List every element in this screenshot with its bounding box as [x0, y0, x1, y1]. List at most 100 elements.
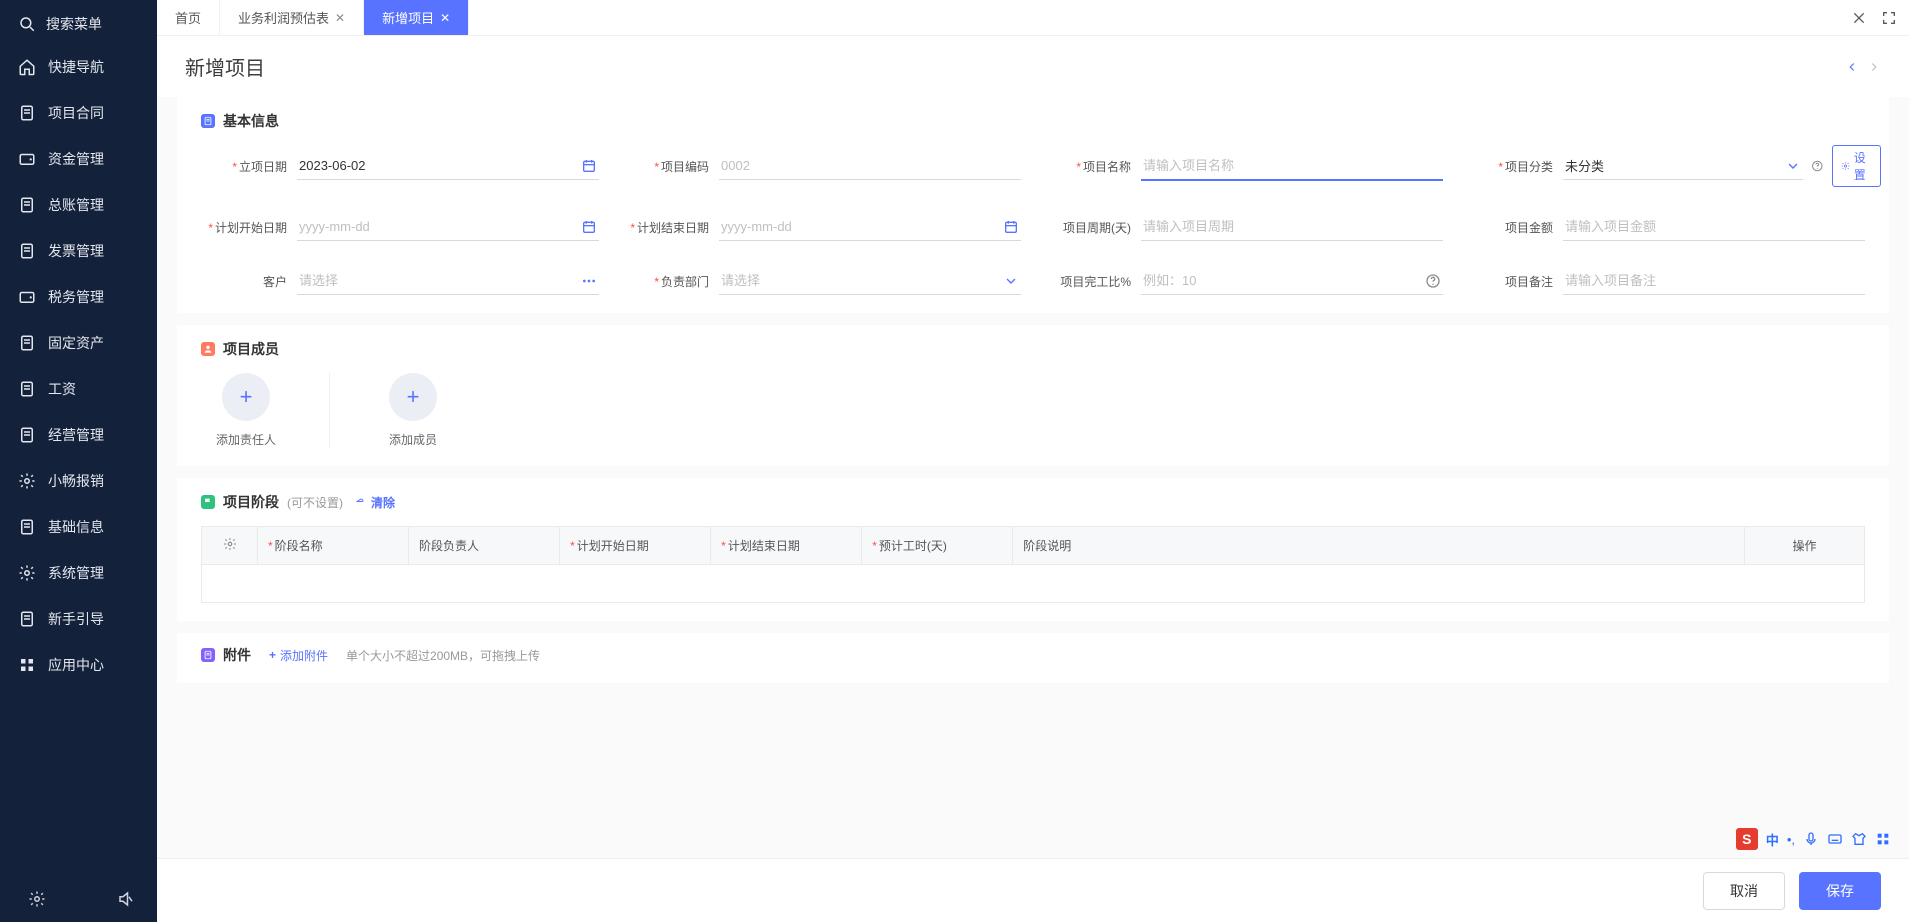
phases-clear-button[interactable]: 清除 — [355, 494, 395, 511]
close-icon[interactable]: ✕ — [335, 11, 345, 25]
main: 首页业务利润预估表✕新增项目✕ 新增项目 基 — [157, 0, 1909, 922]
sidebar-item-label: 应用中心 — [48, 655, 104, 675]
field-class: *项目分类 设置 — [1467, 145, 1865, 187]
sidebar-item-nav-expense[interactable]: 小畅报销 — [0, 458, 157, 504]
field-period: 项目周期(天) — [1045, 213, 1443, 241]
table-row-empty[interactable] — [202, 565, 1865, 603]
menu-icon — [18, 380, 36, 398]
tab-tab-new[interactable]: 新增项目 ✕ — [364, 0, 469, 35]
fullscreen-icon[interactable] — [1881, 10, 1897, 26]
field-plan-end: *计划结束日期 — [623, 213, 1021, 241]
ime-lang[interactable]: 中 — [1766, 830, 1779, 849]
add-owner-label: 添加责任人 — [216, 431, 276, 448]
sidebar-item-nav-basic[interactable]: 基础信息 — [0, 504, 157, 550]
class-settings-button[interactable]: 设置 — [1832, 145, 1881, 187]
sidebar-item-nav-operate[interactable]: 经营管理 — [0, 412, 157, 458]
complete-input[interactable] — [1141, 267, 1443, 295]
field-complete: 项目完工比% — [1045, 267, 1443, 295]
gear-icon[interactable] — [28, 890, 46, 908]
code-input[interactable] — [719, 152, 1021, 180]
setup-date-input[interactable] — [297, 152, 599, 180]
search-icon — [18, 15, 36, 33]
menu-icon — [18, 564, 36, 582]
save-button[interactable]: 保存 — [1799, 872, 1881, 910]
tab-label: 业务利润预估表 — [238, 8, 329, 27]
field-code: *项目编码 — [623, 145, 1021, 187]
section-phases-note: (可不设置) — [287, 494, 343, 511]
close-icon[interactable] — [1851, 10, 1867, 26]
ime-logo-icon: S — [1736, 828, 1758, 850]
sidebar-item-label: 新手引导 — [48, 609, 104, 629]
sidebar-item-nav-asset[interactable]: 固定资产 — [0, 320, 157, 366]
sidebar-item-label: 项目合同 — [48, 103, 104, 123]
help-icon[interactable] — [1811, 158, 1824, 174]
col-op: 操作 — [1745, 527, 1865, 565]
card-phases: 项目阶段 (可不设置) 清除 *阶段名称 阶段负责人 *计划开始日期 — [177, 478, 1889, 621]
chevron-left-icon[interactable] — [1845, 60, 1859, 74]
collapse-icon[interactable] — [117, 890, 135, 908]
ime-punct-icon[interactable]: •, — [1787, 832, 1795, 847]
card-members: 项目成员 + 添加责任人 + 添加成员 — [177, 325, 1889, 466]
period-input[interactable] — [1141, 213, 1443, 241]
sidebar-item-nav-tax[interactable]: 税务管理 — [0, 274, 157, 320]
card-basic: 基本信息 *立项日期 *项目编码 — [177, 97, 1889, 313]
chevron-right-icon[interactable] — [1867, 60, 1881, 74]
tab-label: 新增项目 — [382, 8, 434, 27]
plan-start-input[interactable] — [297, 213, 599, 241]
sidebar-item-nav-invoice[interactable]: 发票管理 — [0, 228, 157, 274]
sidebar-item-nav-quick[interactable]: 快捷导航 — [0, 44, 157, 90]
section-members-icon — [201, 342, 215, 356]
sidebar-search[interactable]: 搜索菜单 — [0, 0, 157, 44]
sidebar-item-nav-ledger[interactable]: 总账管理 — [0, 182, 157, 228]
field-remark: 项目备注 — [1467, 267, 1865, 295]
sidebar-item-nav-system[interactable]: 系统管理 — [0, 550, 157, 596]
section-title-members: 项目成员 — [201, 339, 1865, 359]
tabs-right — [1851, 0, 1909, 35]
col-start: *计划开始日期 — [560, 527, 711, 565]
customer-select[interactable] — [297, 267, 599, 295]
amount-input[interactable] — [1563, 213, 1865, 241]
sidebar-item-label: 系统管理 — [48, 563, 104, 583]
class-select[interactable] — [1563, 152, 1803, 180]
tab-tab-profit[interactable]: 业务利润预估表 ✕ — [220, 0, 364, 35]
page-head: 新增项目 — [157, 36, 1909, 97]
card-attachments: 附件 + 添加附件 单个大小不超过200MB，可拖拽上传 — [177, 633, 1889, 683]
add-attachment-button[interactable]: + 添加附件 — [269, 647, 328, 664]
plus-icon: + — [222, 373, 270, 421]
shirt-icon[interactable] — [1851, 831, 1867, 847]
help-icon[interactable] — [1425, 273, 1441, 289]
col-end: *计划结束日期 — [711, 527, 862, 565]
sidebar-item-nav-guide[interactable]: 新手引导 — [0, 596, 157, 642]
field-amount: 项目金额 — [1467, 213, 1865, 241]
section-phases-label: 项目阶段 — [223, 492, 279, 512]
menu-icon — [18, 518, 36, 536]
dept-select[interactable] — [719, 267, 1021, 295]
sidebar: 搜索菜单 快捷导航项目合同资金管理总账管理发票管理税务管理固定资产工资经营管理小… — [0, 0, 157, 922]
sidebar-item-nav-contract[interactable]: 项目合同 — [0, 90, 157, 136]
clear-icon — [355, 496, 367, 508]
section-basic-label: 基本信息 — [223, 111, 279, 131]
menu-icon — [18, 472, 36, 490]
tab-tab-home[interactable]: 首页 — [157, 0, 220, 35]
phase-table: *阶段名称 阶段负责人 *计划开始日期 *计划结束日期 *预计工时(天) 阶段说… — [201, 526, 1865, 603]
add-member-button[interactable]: + 添加成员 — [368, 373, 458, 448]
sidebar-item-label: 工资 — [48, 379, 76, 399]
keyboard-icon[interactable] — [1827, 831, 1843, 847]
mic-icon[interactable] — [1803, 831, 1819, 847]
sidebar-item-nav-funds[interactable]: 资金管理 — [0, 136, 157, 182]
sidebar-item-nav-salary[interactable]: 工资 — [0, 366, 157, 412]
sidebar-bottom — [0, 876, 157, 922]
remark-input[interactable] — [1563, 267, 1865, 295]
cancel-button[interactable]: 取消 — [1703, 872, 1785, 910]
plan-end-input[interactable] — [719, 213, 1021, 241]
section-members-label: 项目成员 — [223, 339, 279, 359]
sidebar-item-label: 固定资产 — [48, 333, 104, 353]
tab-label: 首页 — [175, 8, 201, 27]
close-icon[interactable]: ✕ — [440, 11, 450, 25]
sidebar-item-nav-apps[interactable]: 应用中心 — [0, 642, 157, 688]
name-input[interactable] — [1141, 152, 1443, 180]
add-owner-button[interactable]: + 添加责任人 — [201, 373, 291, 448]
grid-icon[interactable] — [1875, 831, 1891, 847]
ime-strip: S 中 •, — [1736, 828, 1891, 850]
col-gear[interactable] — [202, 527, 258, 565]
